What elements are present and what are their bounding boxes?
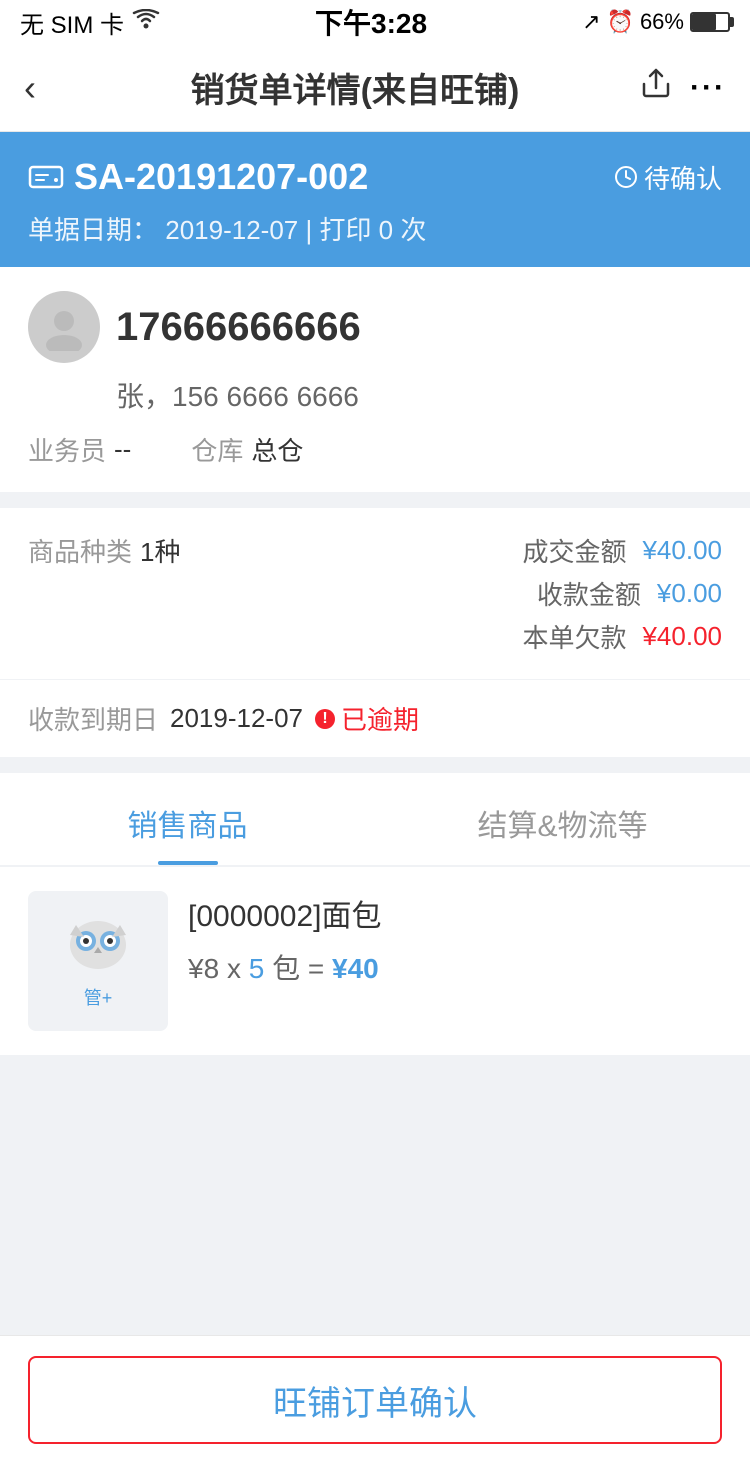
balance-row: 本单欠款 ¥40.00 bbox=[522, 618, 722, 655]
product-total: ¥40 bbox=[332, 953, 379, 984]
product-price-row: ¥8 x 5 包 = ¥40 bbox=[188, 947, 722, 987]
receipt-amount-row: 收款金额 ¥0.00 bbox=[537, 575, 722, 612]
summary-section: 商品种类 1种 成交金额 ¥40.00 收款金额 ¥0.00 本单欠款 ¥40.… bbox=[0, 508, 750, 679]
product-qty: 5 bbox=[249, 953, 265, 984]
status-carrier: 无 SIM 卡 bbox=[20, 5, 160, 40]
customer-section: 17666666666 张，156 6666 6666 业务员 -- 仓库 总仓 bbox=[0, 267, 750, 492]
nav-bar: ‹ 销货单详情(来自旺铺) ··· bbox=[0, 44, 750, 132]
deal-amount-row: 成交金额 ¥40.00 bbox=[522, 532, 722, 569]
order-banner: SA-20191207-002 待确认 单据日期： 2019-12-07 | 打… bbox=[0, 132, 750, 267]
product-type: 商品种类 1种 bbox=[28, 532, 180, 569]
overdue-dot: ! bbox=[315, 709, 335, 729]
tab-sales-products[interactable]: 销售商品 bbox=[0, 773, 375, 865]
customer-name: 张，156 6666 6666 bbox=[28, 375, 722, 415]
warehouse-value: 总仓 bbox=[251, 431, 303, 468]
nav-actions: ··· bbox=[626, 66, 726, 110]
bottom-bar: 旺铺订单确认 bbox=[0, 1335, 750, 1484]
amounts: 成交金额 ¥40.00 收款金额 ¥0.00 本单欠款 ¥40.00 bbox=[522, 532, 722, 655]
carrier-text: 无 SIM 卡 bbox=[20, 5, 124, 40]
status-time: 下午3:28 bbox=[315, 2, 427, 42]
salesperson-item: 业务员 -- bbox=[28, 431, 131, 468]
status-bar: 无 SIM 卡 下午3:28 ↗ ⏰ 66% bbox=[0, 0, 750, 44]
battery-icon bbox=[690, 12, 730, 32]
battery-text: 66% bbox=[640, 9, 684, 35]
receipt-amount: ¥0.00 bbox=[657, 578, 722, 609]
share-button[interactable] bbox=[638, 66, 674, 110]
salesperson-value: -- bbox=[114, 434, 131, 465]
brand-label: 管+ bbox=[58, 984, 138, 1010]
order-date-row: 单据日期： 2019-12-07 | 打印 0 次 bbox=[28, 210, 722, 247]
customer-top: 17666666666 bbox=[28, 291, 722, 363]
tabs-section: 销售商品 结算&物流等 bbox=[0, 773, 750, 867]
location-icon: ↗ bbox=[582, 9, 600, 35]
customer-phone: 17666666666 bbox=[116, 305, 361, 350]
alarm-icon: ⏰ bbox=[607, 9, 634, 35]
warehouse-label: 仓库 bbox=[191, 431, 243, 468]
salesperson-label: 业务员 bbox=[28, 431, 106, 468]
balance-amount: ¥40.00 bbox=[642, 621, 722, 652]
due-section: 收款到期日 2019-12-07 ! 已逾期 bbox=[0, 679, 750, 757]
warehouse-item: 仓库 总仓 bbox=[191, 431, 303, 468]
back-button[interactable]: ‹ bbox=[24, 67, 84, 109]
confirm-order-button[interactable]: 旺铺订单确认 bbox=[28, 1356, 722, 1444]
summary-row: 商品种类 1种 成交金额 ¥40.00 收款金额 ¥0.00 本单欠款 ¥40.… bbox=[28, 532, 722, 655]
page-title: 销货单详情(来自旺铺) bbox=[84, 63, 626, 112]
deal-amount: ¥40.00 bbox=[642, 535, 722, 566]
product-item: 管+ [0000002]面包 ¥8 x 5 包 = ¥40 bbox=[28, 891, 722, 1031]
more-button[interactable]: ··· bbox=[690, 71, 726, 105]
customer-avatar bbox=[28, 291, 100, 363]
order-id-row: SA-20191207-002 待确认 bbox=[28, 156, 722, 198]
divider-1 bbox=[0, 492, 750, 508]
overdue-badge: ! 已逾期 bbox=[315, 700, 419, 737]
product-info: [0000002]面包 ¥8 x 5 包 = ¥40 bbox=[188, 891, 722, 987]
product-thumbnail: 管+ bbox=[28, 891, 168, 1031]
wifi-icon bbox=[132, 8, 160, 36]
tab-settlement-logistics[interactable]: 结算&物流等 bbox=[375, 773, 750, 865]
order-id: SA-20191207-002 bbox=[28, 156, 368, 198]
product-name: [0000002]面包 bbox=[188, 891, 722, 935]
customer-meta: 业务员 -- 仓库 总仓 bbox=[28, 431, 722, 468]
product-section: 管+ [0000002]面包 ¥8 x 5 包 = ¥40 bbox=[0, 867, 750, 1055]
battery-fill bbox=[692, 14, 716, 30]
order-status: 待确认 bbox=[614, 159, 722, 196]
status-icons: ↗ ⏰ 66% bbox=[582, 9, 730, 35]
empty-area bbox=[0, 1055, 750, 1335]
